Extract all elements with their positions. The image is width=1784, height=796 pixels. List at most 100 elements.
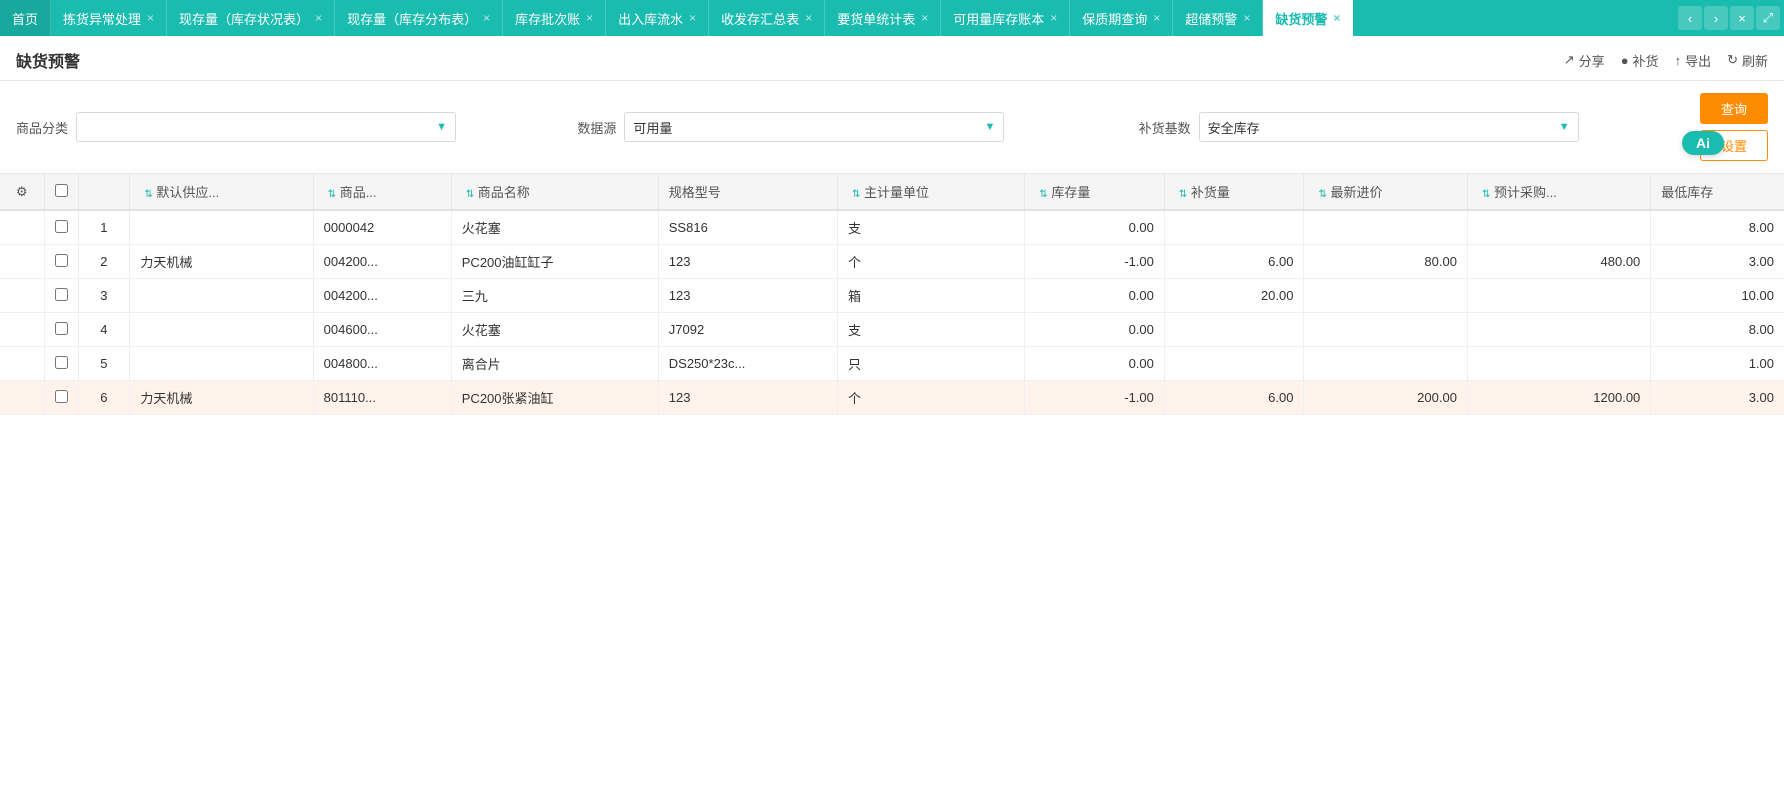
- tab-inout-flow[interactable]: 出入库流水 ×: [606, 0, 709, 36]
- tab-close-inout-flow[interactable]: ×: [689, 11, 696, 25]
- row-unit-cell: 支: [837, 210, 1024, 245]
- row-stock-cell: 0.00: [1025, 279, 1165, 313]
- th-replenish-qty[interactable]: ⇅ 补货量: [1164, 174, 1304, 210]
- tab-close-stock-status[interactable]: ×: [315, 11, 322, 25]
- row-checkbox[interactable]: [55, 390, 68, 403]
- tab-close-available-ledger[interactable]: ×: [1050, 11, 1057, 25]
- row-unit-cell: 个: [837, 381, 1024, 415]
- row-stock-cell: -1.00: [1025, 245, 1165, 279]
- row-spec-cell: 123: [658, 245, 837, 279]
- row-supplier-cell: [130, 210, 313, 245]
- tab-abnormal[interactable]: 拣货异常处理 ×: [51, 0, 167, 36]
- tab-close-order-stats[interactable]: ×: [921, 11, 928, 25]
- row-checkbox-cell[interactable]: [44, 381, 78, 415]
- tab-prev-button[interactable]: ‹: [1678, 6, 1702, 30]
- table-row[interactable]: 5004800...离合片DS250*23c...只0.001.00: [0, 347, 1784, 381]
- tab-bar: 首页 拣货异常处理 × 现存量（库存状况表） × 现存量（库存分布表） × 库存…: [0, 0, 1784, 36]
- row-supplier-cell: [130, 313, 313, 347]
- export-button[interactable]: ↑ 导出: [1675, 51, 1712, 70]
- row-checkbox[interactable]: [55, 322, 68, 335]
- table-row[interactable]: 10000042火花塞SS816支0.008.00: [0, 210, 1784, 245]
- th-product-name[interactable]: ⇅ 商品名称: [451, 174, 658, 210]
- datasource-chevron-icon: ▼: [984, 121, 995, 133]
- row-estimated-purchase-cell: 1200.00: [1467, 381, 1650, 415]
- select-all-checkbox[interactable]: [55, 184, 68, 197]
- table-row[interactable]: 6力天机械801110...PC200张紧油缸123个-1.006.00200.…: [0, 381, 1784, 415]
- row-checkbox-cell[interactable]: [44, 279, 78, 313]
- row-name-cell: 火花塞: [451, 313, 658, 347]
- sort-icon: ⇅: [466, 189, 474, 200]
- sort-icon: ⇅: [1318, 189, 1326, 200]
- th-latest-price[interactable]: ⇅ 最新进价: [1304, 174, 1467, 210]
- datasource-filter-group: 数据源 可用量 ▼: [577, 112, 1122, 142]
- row-checkbox-cell[interactable]: [44, 347, 78, 381]
- row-unit-cell: 个: [837, 245, 1024, 279]
- th-checkbox[interactable]: [44, 174, 78, 210]
- row-spec-cell: 123: [658, 279, 837, 313]
- row-code-cell: 0000042: [313, 210, 451, 245]
- replenish-button[interactable]: ● 补货: [1621, 51, 1659, 70]
- row-checkbox[interactable]: [55, 254, 68, 267]
- row-unit-cell: 箱: [837, 279, 1024, 313]
- row-checkbox-cell[interactable]: [44, 245, 78, 279]
- row-num-cell: 4: [78, 313, 130, 347]
- sort-icon: ⇅: [1039, 189, 1047, 200]
- tab-batch-account[interactable]: 库存批次账 ×: [503, 0, 606, 36]
- row-checkbox[interactable]: [55, 288, 68, 301]
- row-code-cell: 004200...: [313, 245, 451, 279]
- row-supplier-cell: 力天机械: [130, 245, 313, 279]
- replenish-basis-label: 补货基数: [1139, 118, 1191, 137]
- replenish-basis-select[interactable]: 安全库存 ▼: [1199, 112, 1579, 142]
- row-stock-cell: 0.00: [1025, 313, 1165, 347]
- share-button[interactable]: ↗ 分享: [1564, 51, 1605, 70]
- tab-available-ledger[interactable]: 可用量库存账本 ×: [941, 0, 1070, 36]
- table-row[interactable]: 3004200...三九123箱0.0020.0010.00: [0, 279, 1784, 313]
- tab-expand-button[interactable]: ⤢: [1756, 6, 1780, 30]
- th-min-stock[interactable]: 最低库存: [1651, 174, 1784, 210]
- tab-next-button[interactable]: ›: [1704, 6, 1728, 30]
- ai-badge-button[interactable]: Ai: [1682, 131, 1724, 155]
- table-row[interactable]: 4004600...火花塞J7092支0.008.00: [0, 313, 1784, 347]
- tab-shortage[interactable]: 缺货预警 ×: [1263, 0, 1353, 36]
- tab-stock-dist[interactable]: 现存量（库存分布表） ×: [335, 0, 503, 36]
- row-checkbox-cell[interactable]: [44, 210, 78, 245]
- tab-order-stats[interactable]: 要货单统计表 ×: [825, 0, 941, 36]
- row-checkbox[interactable]: [55, 220, 68, 233]
- replenish-icon: ●: [1621, 53, 1629, 68]
- tab-window-close-button[interactable]: ×: [1730, 6, 1754, 30]
- th-product-code[interactable]: ⇅ 商品...: [313, 174, 451, 210]
- row-gear-cell: [0, 313, 44, 347]
- th-stock[interactable]: ⇅ 库存量: [1025, 174, 1165, 210]
- tab-close-abnormal[interactable]: ×: [147, 11, 154, 25]
- tab-close-overstock[interactable]: ×: [1243, 11, 1250, 25]
- tab-close-batch-account[interactable]: ×: [586, 11, 593, 25]
- tab-expiry-query[interactable]: 保质期查询 ×: [1070, 0, 1173, 36]
- row-num-cell: 6: [78, 381, 130, 415]
- row-min-stock-cell: 8.00: [1651, 313, 1784, 347]
- tab-home[interactable]: 首页: [0, 0, 51, 36]
- sort-icon: ⇅: [328, 189, 336, 200]
- tab-stock-status[interactable]: 现存量（库存状况表） ×: [167, 0, 335, 36]
- th-estimated-purchase[interactable]: ⇅ 预计采购...: [1467, 174, 1650, 210]
- tab-receive-summary[interactable]: 收发存汇总表 ×: [709, 0, 825, 36]
- tab-close-shortage[interactable]: ×: [1333, 11, 1340, 25]
- th-gear[interactable]: ⚙: [0, 174, 44, 210]
- row-num-cell: 3: [78, 279, 130, 313]
- row-replenish-qty-cell: 6.00: [1164, 381, 1304, 415]
- tab-close-receive-summary[interactable]: ×: [805, 11, 812, 25]
- tab-close-expiry-query[interactable]: ×: [1153, 11, 1160, 25]
- gear-icon: ⚙: [16, 184, 28, 199]
- row-checkbox[interactable]: [55, 356, 68, 369]
- row-checkbox-cell[interactable]: [44, 313, 78, 347]
- th-default-supplier[interactable]: ⇅ 默认供应...: [130, 174, 313, 210]
- refresh-button[interactable]: ↻ 刷新: [1727, 51, 1768, 70]
- query-button[interactable]: 查询: [1700, 93, 1768, 124]
- datasource-select[interactable]: 可用量 ▼: [624, 112, 1004, 142]
- row-num-cell: 2: [78, 245, 130, 279]
- tab-overstock[interactable]: 超储预警 ×: [1173, 0, 1263, 36]
- table-row[interactable]: 2力天机械004200...PC200油缸缸子123个-1.006.0080.0…: [0, 245, 1784, 279]
- th-unit[interactable]: ⇅ 主计量单位: [837, 174, 1024, 210]
- tab-close-stock-dist[interactable]: ×: [483, 11, 490, 25]
- th-spec[interactable]: 规格型号: [658, 174, 837, 210]
- category-select[interactable]: ▼: [76, 112, 456, 142]
